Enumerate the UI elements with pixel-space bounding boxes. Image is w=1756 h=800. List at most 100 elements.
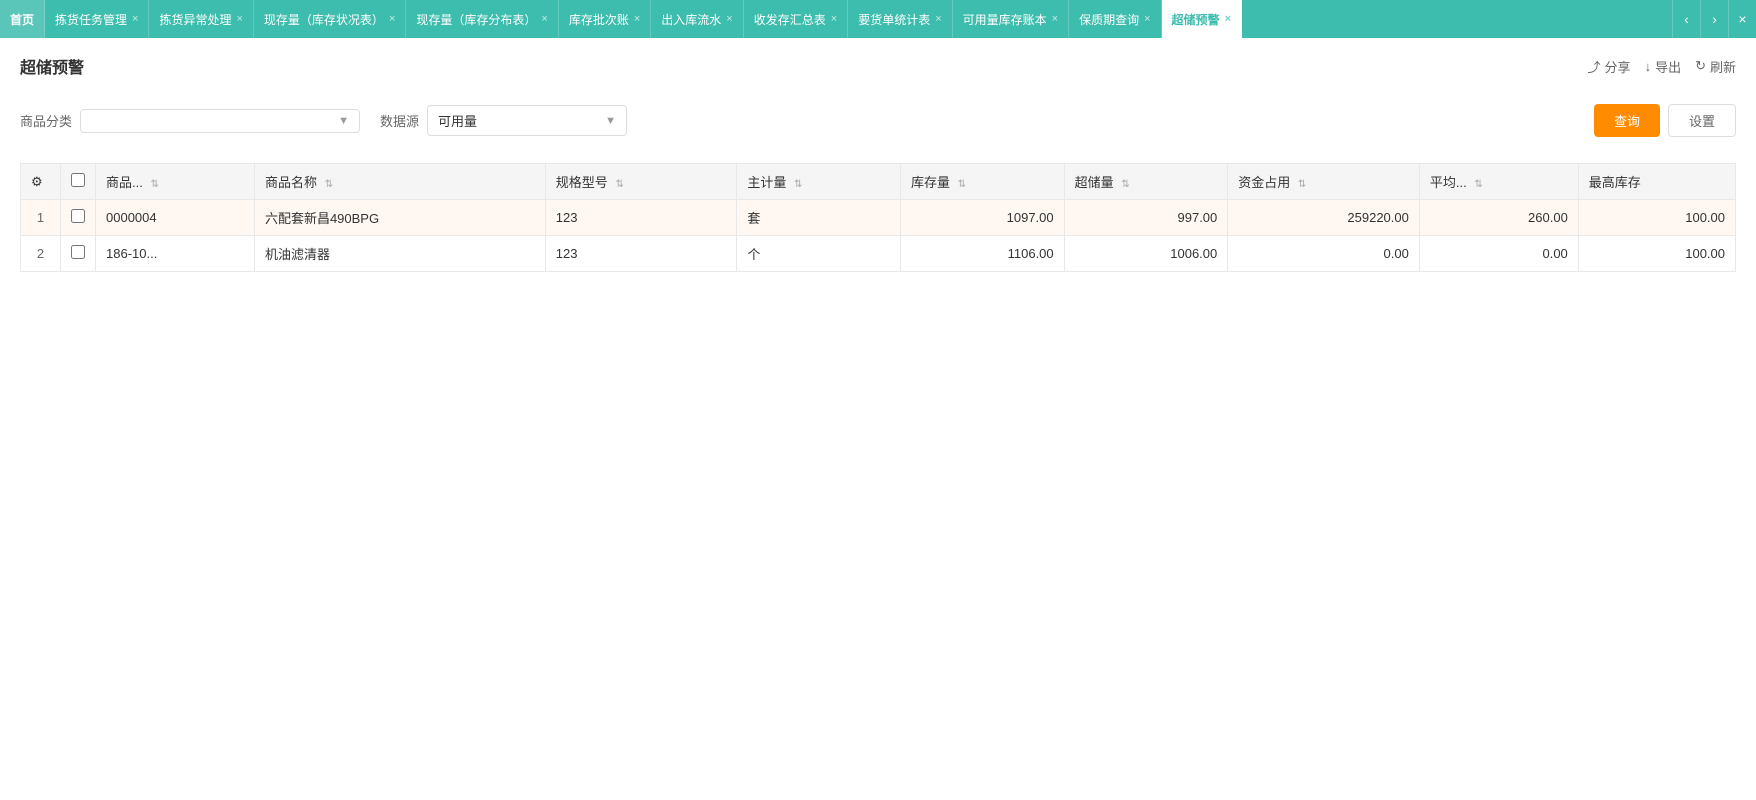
table-header-overstock[interactable]: 超储量 ⇅ bbox=[1064, 164, 1228, 200]
table-header-stock[interactable]: 库存量 ⇅ bbox=[901, 164, 1065, 200]
main-content: 超储预警 ⤴ 分享 ↓ 导出 ↻ 刷新 商品分类 ▼ 数据源 bbox=[0, 38, 1756, 800]
datasource-select-arrow-icon: ▼ bbox=[605, 115, 616, 127]
category-filter-item: 商品分类 ▼ bbox=[20, 109, 360, 133]
row-stock: 1106.00 bbox=[901, 236, 1065, 272]
close-collect-icon[interactable]: × bbox=[831, 13, 837, 25]
row-capital: 0.00 bbox=[1228, 236, 1420, 272]
close-order-stats-icon[interactable]: × bbox=[935, 13, 941, 25]
table-header-spec[interactable]: 规格型号 ⇅ bbox=[545, 164, 737, 200]
nav-tab-order-stats[interactable]: 要货单统计表 × bbox=[848, 0, 952, 38]
row-overstock: 1006.00 bbox=[1064, 236, 1228, 272]
table-header-capital[interactable]: 资金占用 ⇅ bbox=[1228, 164, 1420, 200]
nav-tab-quality-label: 保质期查询 bbox=[1079, 11, 1139, 28]
nav-tab-stock-status[interactable]: 现存量（库存状况表） × bbox=[254, 0, 406, 38]
nav-tab-available-acct[interactable]: 可用量库存账本 × bbox=[953, 0, 1069, 38]
settings-button[interactable]: 设置 bbox=[1668, 104, 1736, 137]
row-index: 1 bbox=[21, 200, 61, 236]
refresh-label: 刷新 bbox=[1710, 57, 1736, 76]
nav-tab-task-mgmt[interactable]: 拣货任务管理 × bbox=[45, 0, 149, 38]
nav-tab-home[interactable]: 首页 bbox=[0, 0, 45, 38]
nav-tab-collect-label: 收发存汇总表 bbox=[754, 11, 826, 28]
close-inout-icon[interactable]: × bbox=[726, 13, 732, 25]
table-header-max-stock[interactable]: 最高库存 bbox=[1578, 164, 1735, 200]
table-row[interactable]: 1 0000004 六配套新昌490BPG 123 套 1097.00 997.… bbox=[21, 200, 1736, 236]
close-task-mgmt-icon[interactable]: × bbox=[132, 13, 138, 25]
nav-tab-collect[interactable]: 收发存汇总表 × bbox=[744, 0, 848, 38]
sort-unit-icon: ⇅ bbox=[794, 179, 802, 190]
row-avg: 260.00 bbox=[1419, 200, 1578, 236]
nav-tab-inout[interactable]: 出入库流水 × bbox=[651, 0, 743, 38]
close-available-acct-icon[interactable]: × bbox=[1052, 13, 1058, 25]
category-select-arrow-icon: ▼ bbox=[338, 115, 349, 127]
query-button[interactable]: 查询 bbox=[1594, 104, 1660, 137]
nav-next-button[interactable]: › bbox=[1700, 0, 1728, 38]
filter-bar: 商品分类 ▼ 数据源 可用量 ▼ 查询 设置 bbox=[20, 94, 1736, 147]
row-capital: 259220.00 bbox=[1228, 200, 1420, 236]
nav-tab-order-stats-label: 要货单统计表 bbox=[858, 11, 930, 28]
sort-capital-icon: ⇅ bbox=[1298, 179, 1306, 190]
row-product-name: 机油滤清器 bbox=[254, 236, 545, 272]
top-navigation: 首页 拣货任务管理 × 拣货异常处理 × 现存量（库存状况表） × 现存量（库存… bbox=[0, 0, 1756, 38]
close-abnormal-icon[interactable]: × bbox=[236, 13, 242, 25]
row-unit: 套 bbox=[737, 200, 901, 236]
row-checkbox[interactable] bbox=[71, 209, 85, 223]
datasource-select[interactable]: 可用量 ▼ bbox=[427, 105, 627, 136]
table-header-unit[interactable]: 主计量 ⇅ bbox=[737, 164, 901, 200]
datasource-select-value: 可用量 bbox=[438, 111, 477, 130]
nav-prev-button[interactable]: ‹ bbox=[1672, 0, 1700, 38]
nav-tab-abnormal[interactable]: 拣货异常处理 × bbox=[149, 0, 253, 38]
close-stock-status-icon[interactable]: × bbox=[389, 13, 395, 25]
refresh-button[interactable]: ↻ 刷新 bbox=[1695, 57, 1736, 76]
nav-tab-available-acct-label: 可用量库存账本 bbox=[963, 11, 1047, 28]
nav-tab-batch-label: 库存批次账 bbox=[569, 11, 629, 28]
nav-tab-quality[interactable]: 保质期查询 × bbox=[1069, 0, 1161, 38]
export-button[interactable]: ↓ 导出 bbox=[1645, 57, 1682, 76]
sort-overstock-icon: ⇅ bbox=[1121, 179, 1129, 190]
row-index: 2 bbox=[21, 236, 61, 272]
nav-tab-overstock-label: 超储预警 bbox=[1172, 11, 1220, 28]
row-overstock: 997.00 bbox=[1064, 200, 1228, 236]
nav-tab-batch[interactable]: 库存批次账 × bbox=[559, 0, 651, 38]
table-settings-icon[interactable]: ⚙ bbox=[21, 164, 61, 200]
share-label: 分享 bbox=[1605, 57, 1631, 76]
nav-tab-overstock[interactable]: 超储预警 × bbox=[1162, 0, 1242, 38]
nav-tab-home-label: 首页 bbox=[10, 11, 34, 28]
row-avg: 0.00 bbox=[1419, 236, 1578, 272]
sort-spec-icon: ⇅ bbox=[615, 179, 623, 190]
nav-tab-task-mgmt-label: 拣货任务管理 bbox=[55, 11, 127, 28]
nav-close-button[interactable]: × bbox=[1728, 0, 1756, 38]
close-stock-dist-icon[interactable]: × bbox=[541, 13, 547, 25]
nav-arrows: ‹ › × bbox=[1672, 0, 1756, 38]
category-label: 商品分类 bbox=[20, 111, 72, 130]
close-overstock-icon[interactable]: × bbox=[1225, 13, 1231, 25]
datasource-label: 数据源 bbox=[380, 111, 419, 130]
close-quality-icon[interactable]: × bbox=[1144, 13, 1150, 25]
filter-actions: 查询 设置 bbox=[1594, 104, 1736, 137]
sort-product-name-icon: ⇅ bbox=[325, 179, 333, 190]
table-header-checkbox[interactable] bbox=[61, 164, 96, 200]
row-checkbox-cell[interactable] bbox=[61, 236, 96, 272]
select-all-checkbox[interactable] bbox=[71, 173, 85, 187]
nav-tab-stock-dist-label: 现存量（库存分布表） bbox=[416, 11, 536, 28]
nav-tab-abnormal-label: 拣货异常处理 bbox=[159, 11, 231, 28]
row-max-stock: 100.00 bbox=[1578, 200, 1735, 236]
table-header-product-name[interactable]: 商品名称 ⇅ bbox=[254, 164, 545, 200]
sort-stock-icon: ⇅ bbox=[958, 179, 966, 190]
row-stock: 1097.00 bbox=[901, 200, 1065, 236]
table-header-avg[interactable]: 平均... ⇅ bbox=[1419, 164, 1578, 200]
table-header-product-code[interactable]: 商品... ⇅ bbox=[96, 164, 255, 200]
share-icon: ⤴ bbox=[1588, 57, 1601, 76]
nav-tab-stock-dist[interactable]: 现存量（库存分布表） × bbox=[406, 0, 558, 38]
header-actions: ⤴ 分享 ↓ 导出 ↻ 刷新 bbox=[1588, 57, 1736, 76]
page-title: 超储预警 bbox=[20, 54, 84, 78]
row-product-name: 六配套新昌490BPG bbox=[254, 200, 545, 236]
category-select[interactable]: ▼ bbox=[80, 109, 360, 133]
share-button[interactable]: ⤴ 分享 bbox=[1588, 57, 1631, 76]
export-icon: ↓ bbox=[1645, 59, 1652, 74]
row-spec: 123 bbox=[545, 200, 737, 236]
row-checkbox[interactable] bbox=[71, 245, 85, 259]
row-unit: 个 bbox=[737, 236, 901, 272]
row-checkbox-cell[interactable] bbox=[61, 200, 96, 236]
close-batch-icon[interactable]: × bbox=[634, 13, 640, 25]
table-row[interactable]: 2 186-10... 机油滤清器 123 个 1106.00 1006.00 … bbox=[21, 236, 1736, 272]
